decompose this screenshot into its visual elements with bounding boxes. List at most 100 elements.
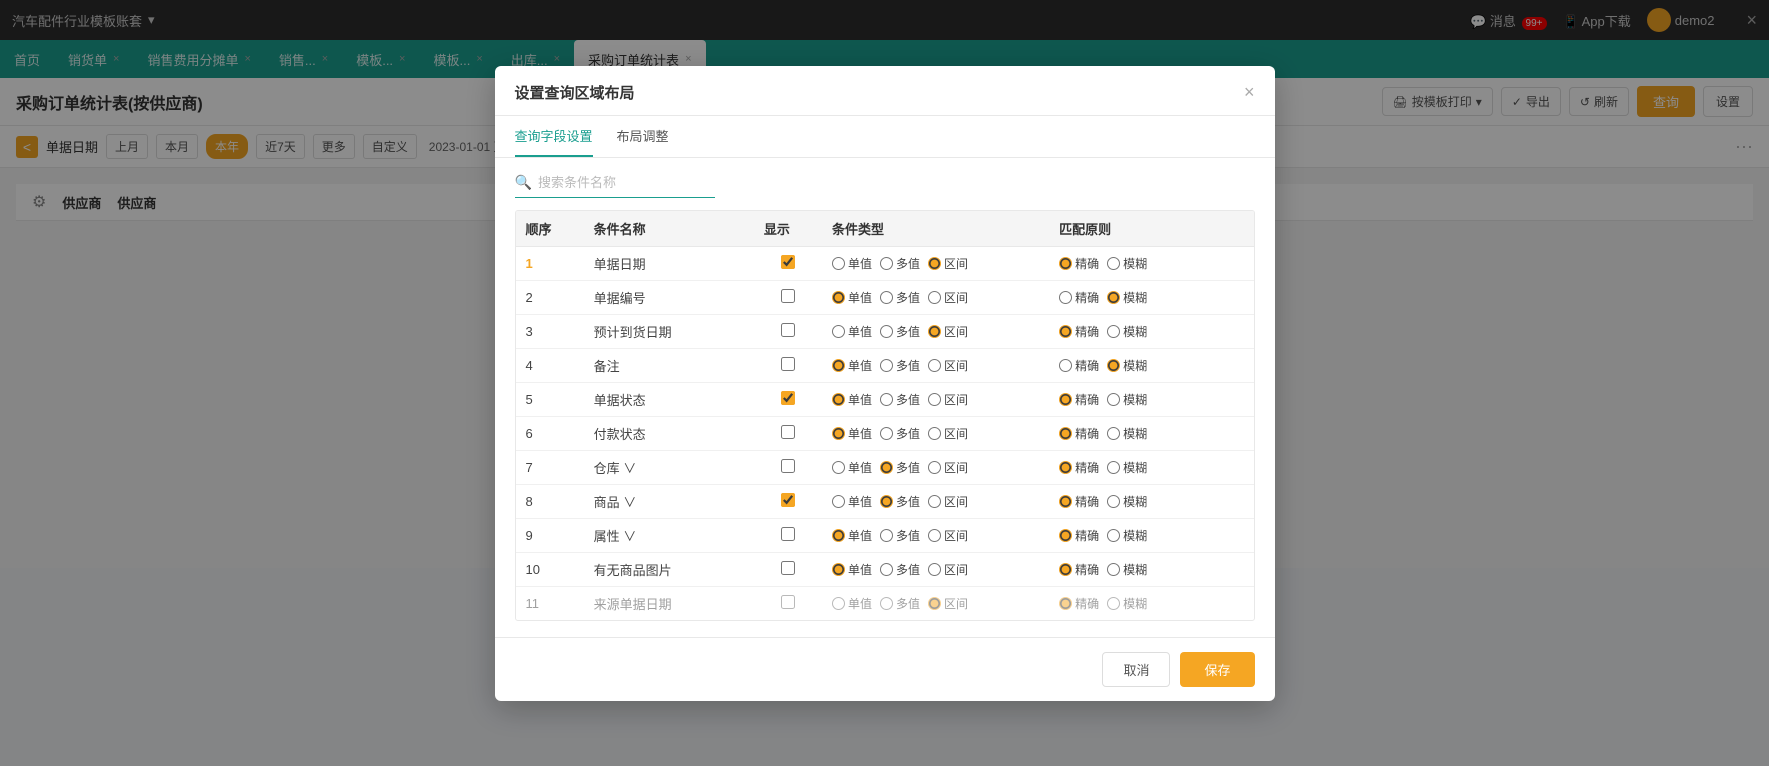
type-option-单值-row-1[interactable]: 单值	[832, 255, 872, 272]
rule-option-模糊-row-7[interactable]: 模糊	[1107, 459, 1147, 476]
display-checkbox-10[interactable]	[781, 561, 795, 575]
type-option-单值-row-6[interactable]: 单值	[832, 425, 872, 442]
rule-option-模糊-row-1[interactable]: 模糊	[1107, 255, 1147, 272]
row-display-7[interactable]	[754, 450, 822, 484]
rule-option-模糊-row-2[interactable]: 模糊	[1107, 289, 1147, 306]
table-row: 6付款状态 单值多值区间 精确模糊	[516, 416, 1254, 450]
row-display-9[interactable]	[754, 518, 822, 552]
cancel-button[interactable]: 取消	[1102, 652, 1170, 687]
row-display-1[interactable]	[754, 246, 822, 280]
row-type-2: 单值多值区间	[822, 280, 1049, 314]
type-option-多值-row-11[interactable]: 多值	[880, 595, 920, 612]
rule-option-精确-row-3[interactable]: 精确	[1059, 323, 1099, 340]
row-type-4: 单值多值区间	[822, 348, 1049, 382]
row-order-6: 6	[516, 416, 584, 450]
row-display-10[interactable]	[754, 552, 822, 586]
type-option-区间-row-7[interactable]: 区间	[928, 459, 968, 476]
type-option-多值-row-9[interactable]: 多值	[880, 527, 920, 544]
type-option-多值-row-7[interactable]: 多值	[880, 459, 920, 476]
modal-tabs: 查询字段设置 布局调整	[495, 116, 1275, 158]
rule-option-精确-row-11[interactable]: 精确	[1059, 595, 1099, 612]
display-checkbox-6[interactable]	[781, 425, 795, 439]
rule-option-模糊-row-10[interactable]: 模糊	[1107, 561, 1147, 578]
type-option-区间-row-2[interactable]: 区间	[928, 289, 968, 306]
type-option-多值-row-10[interactable]: 多值	[880, 561, 920, 578]
type-option-区间-row-1[interactable]: 区间	[928, 255, 968, 272]
type-option-区间-row-9[interactable]: 区间	[928, 527, 968, 544]
type-option-单值-row-8[interactable]: 单值	[832, 493, 872, 510]
type-option-区间-row-8[interactable]: 区间	[928, 493, 968, 510]
modal-footer: 取消 保存	[495, 637, 1275, 701]
display-checkbox-1[interactable]	[781, 255, 795, 269]
save-button[interactable]: 保存	[1180, 652, 1254, 687]
type-option-单值-row-10[interactable]: 单值	[832, 561, 872, 578]
display-checkbox-3[interactable]	[781, 323, 795, 337]
tab-query-fields[interactable]: 查询字段设置	[515, 116, 593, 157]
row-display-8[interactable]	[754, 484, 822, 518]
row-display-5[interactable]	[754, 382, 822, 416]
rule-option-精确-row-1[interactable]: 精确	[1059, 255, 1099, 272]
rule-option-精确-row-2[interactable]: 精确	[1059, 289, 1099, 306]
row-rule-10: 精确模糊	[1049, 552, 1253, 586]
type-option-区间-row-3[interactable]: 区间	[928, 323, 968, 340]
table-row: 11来源单据日期单值多值区间精确模糊	[516, 586, 1254, 620]
rule-option-模糊-row-11[interactable]: 模糊	[1107, 595, 1147, 612]
type-option-区间-row-10[interactable]: 区间	[928, 561, 968, 578]
row-display-2[interactable]	[754, 280, 822, 314]
display-checkbox-8[interactable]	[781, 493, 795, 507]
type-option-单值-row-7[interactable]: 单值	[832, 459, 872, 476]
modal-close-button[interactable]: ×	[1244, 82, 1255, 103]
type-option-单值-row-4[interactable]: 单值	[832, 357, 872, 374]
type-option-单值-row-3[interactable]: 单值	[832, 323, 872, 340]
type-option-多值-row-8[interactable]: 多值	[880, 493, 920, 510]
rule-option-精确-row-9[interactable]: 精确	[1059, 527, 1099, 544]
row-name-6: 付款状态	[584, 416, 754, 450]
rule-option-精确-row-10[interactable]: 精确	[1059, 561, 1099, 578]
type-option-多值-row-4[interactable]: 多值	[880, 357, 920, 374]
type-option-单值-row-5[interactable]: 单值	[832, 391, 872, 408]
row-display-4[interactable]	[754, 348, 822, 382]
table-row: 1单据日期单值多值区间精确模糊	[516, 246, 1254, 280]
type-option-多值-row-6[interactable]: 多值	[880, 425, 920, 442]
type-option-多值-row-1[interactable]: 多值	[880, 255, 920, 272]
rule-option-模糊-row-8[interactable]: 模糊	[1107, 493, 1147, 510]
type-option-单值-row-2[interactable]: 单值	[832, 289, 872, 306]
type-option-区间-row-6[interactable]: 区间	[928, 425, 968, 442]
rule-option-精确-row-7[interactable]: 精确	[1059, 459, 1099, 476]
display-checkbox-4[interactable]	[781, 357, 795, 371]
type-option-区间-row-4[interactable]: 区间	[928, 357, 968, 374]
display-checkbox-11[interactable]	[781, 595, 795, 609]
rule-option-模糊-row-6[interactable]: 模糊	[1107, 425, 1147, 442]
display-checkbox-5[interactable]	[781, 391, 795, 405]
rule-option-精确-row-4[interactable]: 精确	[1059, 357, 1099, 374]
row-rule-5: 精确模糊	[1049, 382, 1253, 416]
row-display-3[interactable]	[754, 314, 822, 348]
type-option-区间-row-11[interactable]: 区间	[928, 595, 968, 612]
type-option-多值-row-3[interactable]: 多值	[880, 323, 920, 340]
rule-option-精确-row-5[interactable]: 精确	[1059, 391, 1099, 408]
col-header-display: 显示	[754, 211, 822, 247]
rule-option-模糊-row-4[interactable]: 模糊	[1107, 357, 1147, 374]
rule-option-精确-row-8[interactable]: 精确	[1059, 493, 1099, 510]
type-option-多值-row-2[interactable]: 多值	[880, 289, 920, 306]
table-row: 9属性 ∨单值多值区间精确模糊	[516, 518, 1254, 552]
display-checkbox-9[interactable]	[781, 527, 795, 541]
rule-option-精确-row-6[interactable]: 精确	[1059, 425, 1099, 442]
col-header-order: 顺序	[516, 211, 584, 247]
display-checkbox-7[interactable]	[781, 459, 795, 473]
rule-option-模糊-row-5[interactable]: 模糊	[1107, 391, 1147, 408]
col-header-rule: 匹配原则	[1049, 211, 1253, 247]
type-option-单值-row-9[interactable]: 单值	[832, 527, 872, 544]
tab-layout-adjust[interactable]: 布局调整	[617, 116, 669, 157]
row-display-11[interactable]	[754, 586, 822, 620]
type-option-多值-row-5[interactable]: 多值	[880, 391, 920, 408]
type-option-区间-row-5[interactable]: 区间	[928, 391, 968, 408]
rule-option-模糊-row-3[interactable]: 模糊	[1107, 323, 1147, 340]
display-checkbox-2[interactable]	[781, 289, 795, 303]
rule-option-模糊-row-9[interactable]: 模糊	[1107, 527, 1147, 544]
row-rule-11: 精确模糊	[1049, 586, 1253, 620]
type-option-单值-row-11[interactable]: 单值	[832, 595, 872, 612]
modal-search-input[interactable]	[538, 175, 715, 190]
modal-title: 设置查询区域布局	[515, 82, 635, 103]
row-display-6[interactable]	[754, 416, 822, 450]
